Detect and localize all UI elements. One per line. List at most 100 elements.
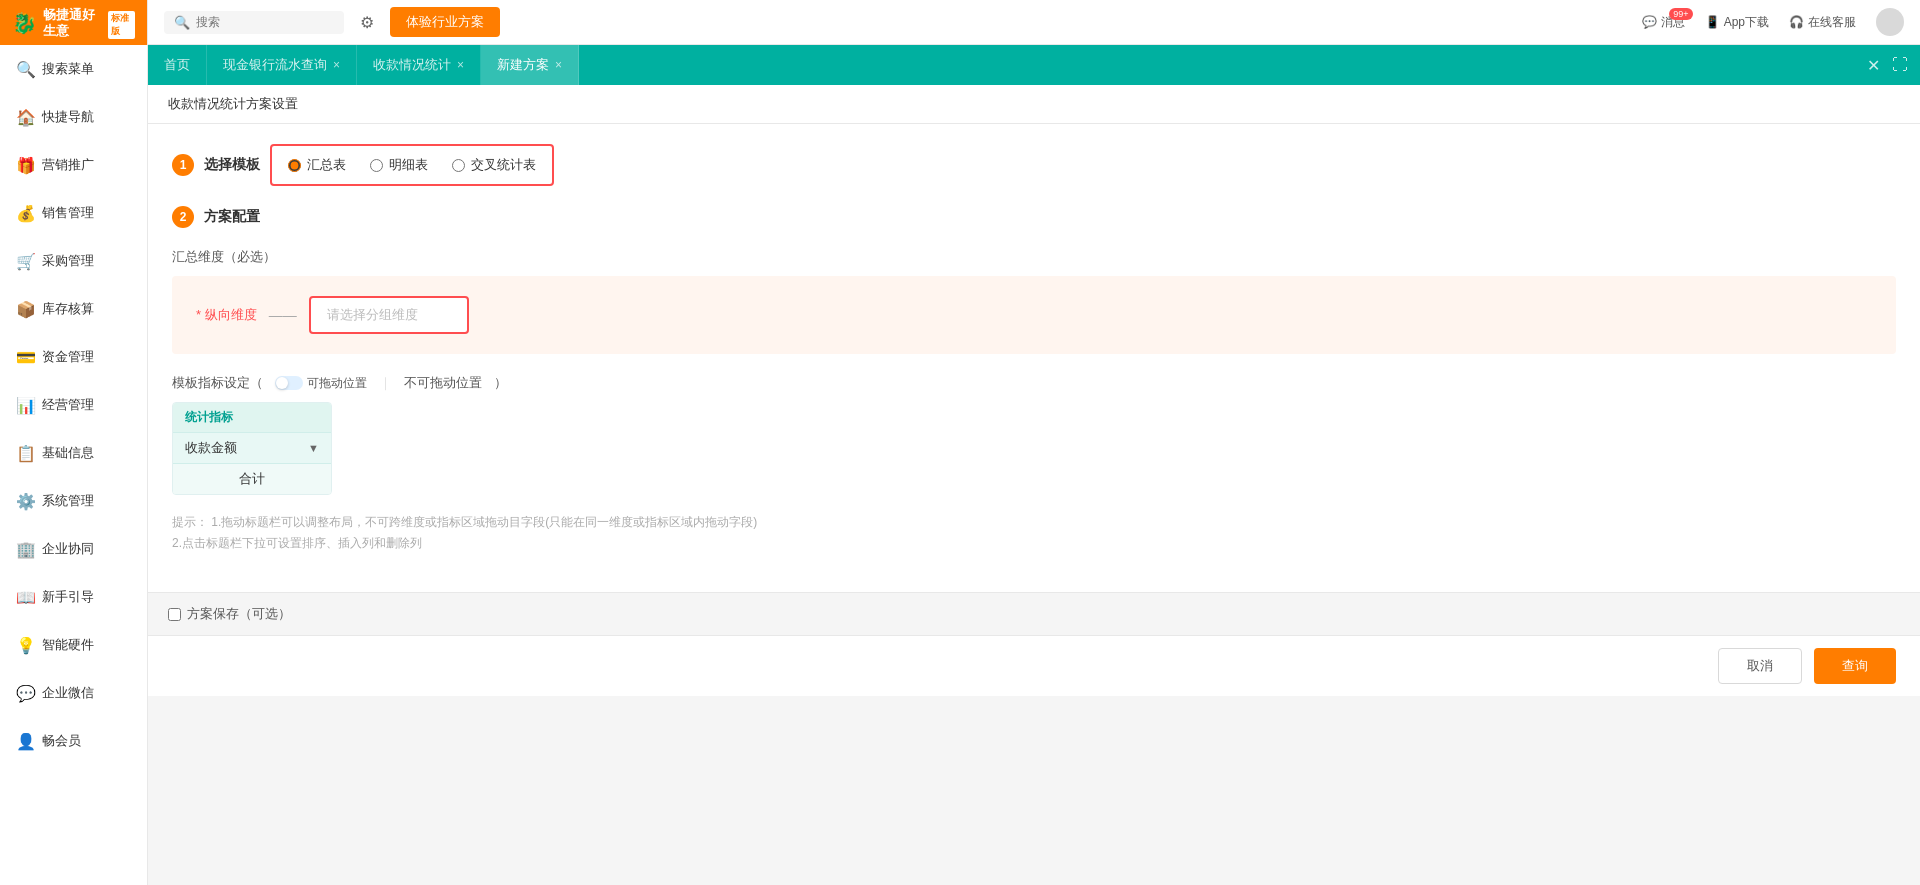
sidebar-item-label: 库存核算: [42, 300, 94, 318]
step1-number: 1: [172, 154, 194, 176]
cancel-button[interactable]: 取消: [1718, 648, 1802, 684]
radio-summary[interactable]: 汇总表: [288, 156, 346, 174]
indicator-cell-amount[interactable]: 收款金额 ▼: [173, 432, 331, 463]
tab-new-plan[interactable]: 新建方案 ×: [481, 45, 579, 85]
marketing-icon: 🎁: [16, 156, 34, 175]
action-bar: 取消 查询: [148, 635, 1920, 696]
tab-new-plan-close[interactable]: ×: [555, 59, 562, 71]
member-icon: 👤: [16, 732, 34, 751]
tab-receipt-stats[interactable]: 收款情况统计 ×: [357, 45, 481, 85]
step1-header: 1 选择模板 汇总表 明细表 交叉统计表: [172, 144, 1896, 186]
service-label: 在线客服: [1808, 14, 1856, 31]
inventory-icon: 📦: [16, 300, 34, 319]
sales-icon: 💰: [16, 204, 34, 223]
sidebar-item-guide[interactable]: 📖 新手引导: [0, 573, 147, 621]
dimension-select[interactable]: 请选择分组维度: [309, 296, 469, 334]
search-box[interactable]: 🔍: [164, 11, 344, 34]
breadcrumb-text: 收款情况统计方案设置: [168, 96, 298, 111]
tab-receipt-stats-close[interactable]: ×: [457, 59, 464, 71]
search-input[interactable]: [196, 15, 316, 29]
indicator-label-text: 模板指标设定（: [172, 374, 263, 392]
avatar[interactable]: [1876, 8, 1904, 36]
drag-enabled-label: 可拖动位置: [307, 375, 367, 392]
purchase-icon: 🛒: [16, 252, 34, 271]
config-section: 汇总维度（必选） * 纵向维度 —— 请选择分组维度: [172, 248, 1896, 498]
trial-button[interactable]: 体验行业方案: [390, 7, 500, 37]
sidebar-item-basics[interactable]: 📋 基础信息: [0, 429, 147, 477]
operations-icon: 📊: [16, 396, 34, 415]
sidebar-item-purchase[interactable]: 🛒 采购管理: [0, 237, 147, 285]
stat-header-text: 统计指标: [185, 410, 233, 424]
capital-icon: 💳: [16, 348, 34, 367]
query-button[interactable]: 查询: [1814, 648, 1896, 684]
sidebar-item-label: 智能硬件: [42, 636, 94, 654]
sidebar-item-system[interactable]: ⚙️ 系统管理: [0, 477, 147, 525]
download-button[interactable]: 📱 App下载: [1705, 14, 1769, 31]
sidebar-item-marketing[interactable]: 🎁 营销推广: [0, 141, 147, 189]
dimension-select-placeholder: 请选择分组维度: [327, 307, 418, 322]
step2-header: 2 方案配置: [172, 206, 1896, 228]
radio-cross-input[interactable]: [452, 159, 465, 172]
sidebar-item-label: 经营管理: [42, 396, 94, 414]
tab-bank-flow[interactable]: 现金银行流水查询 ×: [207, 45, 357, 85]
indicator-label-row: 模板指标设定（ 可拖动位置 ｜ 不可拖动位置 ）: [172, 374, 1896, 392]
no-drag-label: 不可拖动位置: [404, 374, 482, 392]
amount-label: 收款金额: [185, 439, 237, 457]
indicator-sum: 合计: [173, 463, 331, 494]
sidebar-item-search-menu[interactable]: 🔍 搜索菜单: [0, 45, 147, 93]
toggle-drag-enabled[interactable]: 可拖动位置: [275, 375, 367, 392]
radio-cross[interactable]: 交叉统计表: [452, 156, 536, 174]
settings-icon[interactable]: ⚙: [360, 13, 374, 32]
radio-summary-label: 汇总表: [307, 156, 346, 174]
save-option[interactable]: 方案保存（可选）: [168, 605, 1900, 623]
content-area: 收款情况统计方案设置 1 选择模板 汇总表 明细表: [148, 85, 1920, 885]
topbar: 🔍 ⚙ 体验行业方案 💬 消息 99+ 📱 App下载 🎧 在线客服: [148, 0, 1920, 45]
save-option-label: 方案保存（可选）: [187, 605, 291, 623]
sidebar-item-hardware[interactable]: 💡 智能硬件: [0, 621, 147, 669]
form-area: 1 选择模板 汇总表 明细表 交叉统计表: [148, 124, 1920, 592]
close-window-icon[interactable]: ✕: [1867, 56, 1880, 75]
sidebar-item-label: 企业微信: [42, 684, 94, 702]
search-icon: 🔍: [174, 15, 190, 30]
sidebar-item-member[interactable]: 👤 畅会员: [0, 717, 147, 765]
download-icon: 📱: [1705, 15, 1720, 29]
sidebar-item-quick-nav[interactable]: 🏠 快捷导航: [0, 93, 147, 141]
sidebar-item-operations[interactable]: 📊 经营管理: [0, 381, 147, 429]
sidebar-item-inventory[interactable]: 📦 库存核算: [0, 285, 147, 333]
sidebar-item-label: 搜索菜单: [42, 60, 94, 78]
sidebar-item-wechat[interactable]: 💬 企业微信: [0, 669, 147, 717]
expand-icon[interactable]: ⛶: [1892, 56, 1908, 74]
page-breadcrumb: 收款情况统计方案设置: [148, 85, 1920, 124]
tab-bank-flow-close[interactable]: ×: [333, 59, 340, 71]
sidebar-item-capital[interactable]: 💳 资金管理: [0, 333, 147, 381]
step1-title: 选择模板: [204, 156, 260, 174]
radio-detail-label: 明细表: [389, 156, 428, 174]
service-button[interactable]: 🎧 在线客服: [1789, 14, 1856, 31]
indicator-table-header: 统计指标: [173, 403, 331, 432]
service-icon: 🎧: [1789, 15, 1804, 29]
dimension-area: * 纵向维度 —— 请选择分组维度: [172, 276, 1896, 354]
logo-icon: 🐉: [12, 11, 37, 35]
download-label: App下载: [1724, 14, 1769, 31]
radio-detail-input[interactable]: [370, 159, 383, 172]
sidebar-item-enterprise[interactable]: 🏢 企业协同: [0, 525, 147, 573]
drag-toggle-switch[interactable]: [275, 376, 303, 390]
radio-summary-input[interactable]: [288, 159, 301, 172]
sidebar-item-label: 基础信息: [42, 444, 94, 462]
sidebar-item-label: 采购管理: [42, 252, 94, 270]
tabbar: 首页 现金银行流水查询 × 收款情况统计 × 新建方案 × ✕ ⛶: [148, 45, 1920, 85]
sidebar-item-sales[interactable]: 💰 销售管理: [0, 189, 147, 237]
indicator-label-close: ）: [494, 374, 507, 392]
radio-detail[interactable]: 明细表: [370, 156, 428, 174]
tab-home[interactable]: 首页: [148, 45, 207, 85]
tab-new-plan-label: 新建方案: [497, 56, 549, 74]
sidebar-item-label: 企业协同: [42, 540, 94, 558]
message-icon: 💬: [1642, 15, 1657, 29]
step2-title: 方案配置: [204, 208, 260, 226]
step2-number: 2: [172, 206, 194, 228]
enterprise-icon: 🏢: [16, 540, 34, 559]
message-button[interactable]: 💬 消息 99+: [1642, 14, 1685, 31]
home-icon: 🏠: [16, 108, 34, 127]
save-checkbox[interactable]: [168, 608, 181, 621]
footer: 方案保存（可选）: [148, 592, 1920, 635]
